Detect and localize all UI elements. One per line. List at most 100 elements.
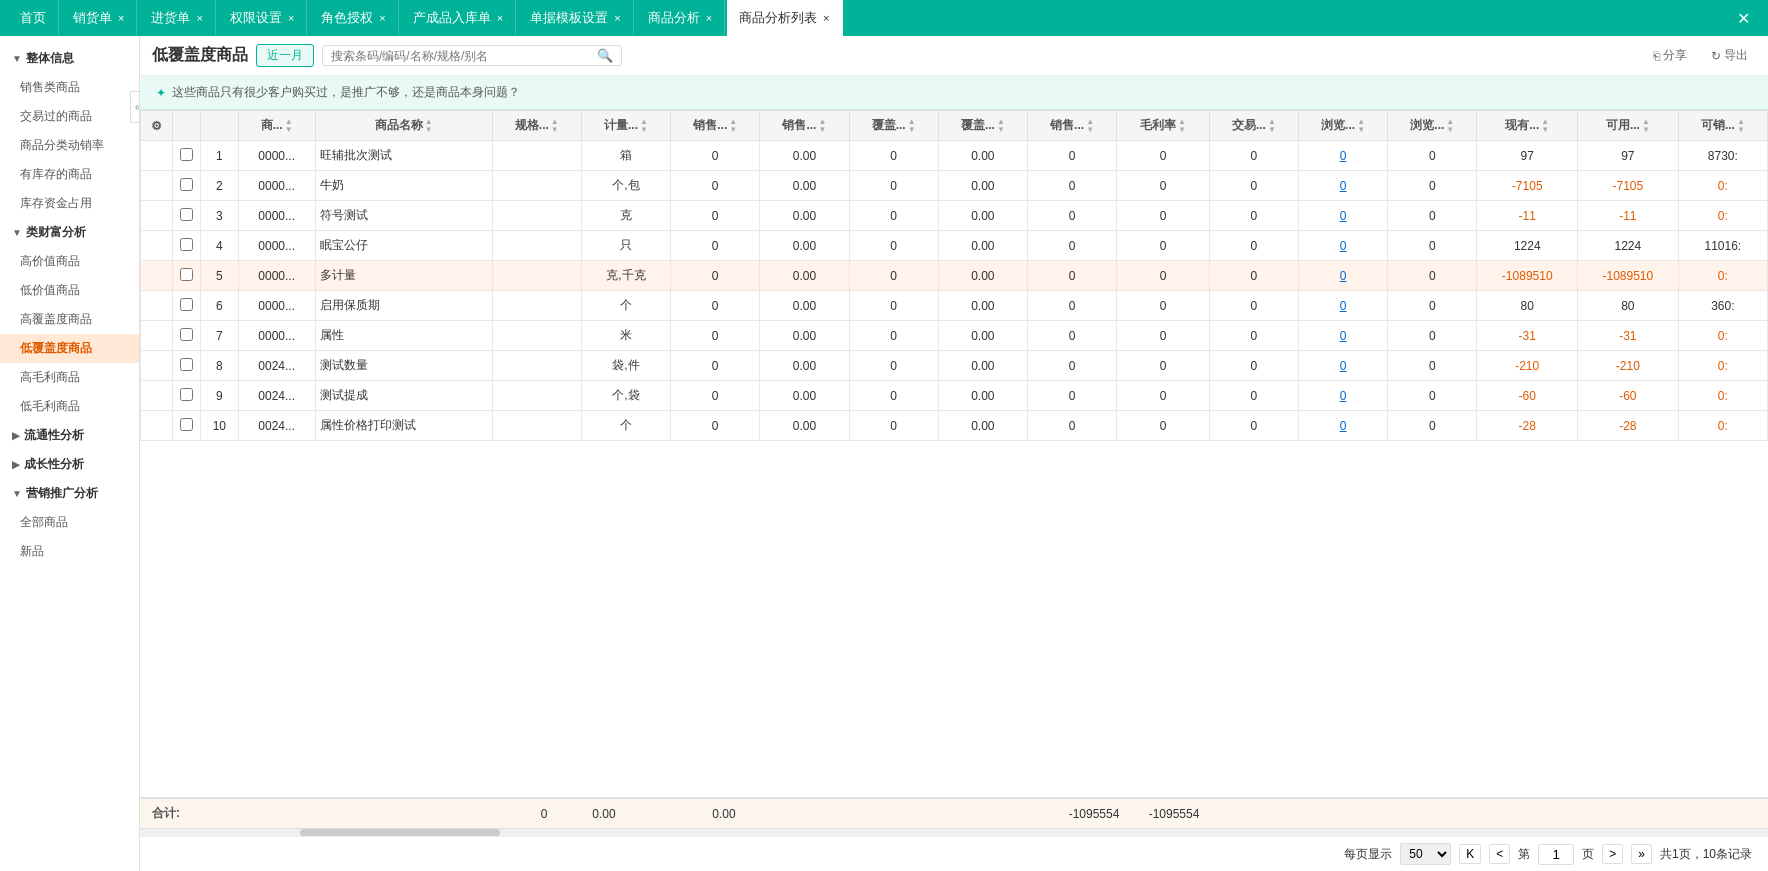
cell-checkbox[interactable] bbox=[173, 321, 201, 351]
page-size-select[interactable]: 50 20 100 bbox=[1400, 843, 1451, 865]
row-checkbox[interactable] bbox=[180, 178, 193, 191]
nav-home[interactable]: 首页 bbox=[8, 0, 59, 36]
window-close-button[interactable]: ✕ bbox=[1727, 9, 1760, 28]
close-icon[interactable]: × bbox=[614, 12, 620, 24]
col-trade[interactable]: 交易...▲▼ bbox=[1209, 111, 1298, 141]
close-icon[interactable]: × bbox=[497, 12, 503, 24]
export-button[interactable]: ↻ 导出 bbox=[1703, 45, 1756, 66]
page-number-input[interactable] bbox=[1538, 844, 1574, 865]
share-button[interactable]: ⎗ 分享 bbox=[1645, 45, 1695, 66]
sidebar-item-in-stock[interactable]: 有库存的商品 bbox=[0, 160, 139, 189]
nav-purchase-order[interactable]: 进货单 × bbox=[139, 0, 215, 36]
col-sales2[interactable]: 销售...▲▼ bbox=[1027, 111, 1116, 141]
nav-sales-order[interactable]: 销货单 × bbox=[61, 0, 137, 36]
col-gross-rate[interactable]: 毛利率▲▼ bbox=[1117, 111, 1210, 141]
row-checkbox[interactable] bbox=[180, 418, 193, 431]
next-page-button[interactable]: > bbox=[1602, 844, 1623, 864]
cell-settings[interactable] bbox=[141, 171, 173, 201]
sidebar-item-new-goods[interactable]: 新品 bbox=[0, 537, 139, 566]
sidebar-section-growth[interactable]: ▶ 成长性分析 bbox=[0, 450, 139, 479]
nav-role-auth[interactable]: 角色授权 × bbox=[309, 0, 398, 36]
cell-browse1[interactable]: 0 bbox=[1298, 321, 1387, 351]
sidebar-item-category-rate[interactable]: 商品分类动销率 bbox=[0, 131, 139, 160]
col-spec[interactable]: 规格...▲▼ bbox=[492, 111, 581, 141]
col-name[interactable]: 商品名称▲▼ bbox=[315, 111, 492, 141]
cell-checkbox[interactable] bbox=[173, 411, 201, 441]
sidebar-section-liquidity[interactable]: ▶ 流通性分析 bbox=[0, 421, 139, 450]
sidebar-section-wealth[interactable]: ▼ 类财富分析 bbox=[0, 218, 139, 247]
cell-checkbox[interactable] bbox=[173, 201, 201, 231]
row-checkbox[interactable] bbox=[180, 298, 193, 311]
cell-checkbox[interactable] bbox=[173, 351, 201, 381]
nav-permission[interactable]: 权限设置 × bbox=[218, 0, 307, 36]
row-checkbox[interactable] bbox=[180, 268, 193, 281]
cell-settings[interactable] bbox=[141, 411, 173, 441]
col-saleable[interactable]: 可销...▲▼ bbox=[1678, 111, 1767, 141]
cell-checkbox[interactable] bbox=[173, 291, 201, 321]
sidebar-section-marketing[interactable]: ▼ 营销推广分析 bbox=[0, 479, 139, 508]
close-icon[interactable]: × bbox=[823, 12, 829, 24]
col-sales-qty[interactable]: 销售...▲▼ bbox=[671, 111, 760, 141]
close-icon[interactable]: × bbox=[379, 12, 385, 24]
col-usable[interactable]: 可用...▲▼ bbox=[1578, 111, 1679, 141]
cell-browse1[interactable]: 0 bbox=[1298, 381, 1387, 411]
last-page-button[interactable]: » bbox=[1631, 844, 1652, 864]
sidebar-item-inventory-capital[interactable]: 库存资金占用 bbox=[0, 189, 139, 218]
prev-page-button[interactable]: < bbox=[1489, 844, 1510, 864]
nav-product-analysis-list[interactable]: 商品分析列表 × bbox=[727, 0, 842, 36]
row-checkbox[interactable] bbox=[180, 148, 193, 161]
row-checkbox[interactable] bbox=[180, 358, 193, 371]
nav-template-settings[interactable]: 单据模板设置 × bbox=[518, 0, 633, 36]
cell-settings[interactable] bbox=[141, 141, 173, 171]
col-browse1[interactable]: 浏览...▲▼ bbox=[1298, 111, 1387, 141]
cell-browse1[interactable]: 0 bbox=[1298, 261, 1387, 291]
cell-checkbox[interactable] bbox=[173, 141, 201, 171]
nav-product-storage[interactable]: 产成品入库单 × bbox=[401, 0, 516, 36]
sidebar-section-overall[interactable]: ▼ 整体信息 bbox=[0, 44, 139, 73]
sidebar-item-high-margin[interactable]: 高毛利商品 bbox=[0, 363, 139, 392]
col-browse2[interactable]: 浏览...▲▼ bbox=[1388, 111, 1477, 141]
sidebar-item-low-coverage[interactable]: 低覆盖度商品 bbox=[0, 334, 139, 363]
first-page-button[interactable]: K bbox=[1459, 844, 1481, 864]
cell-checkbox[interactable] bbox=[173, 261, 201, 291]
cell-checkbox[interactable] bbox=[173, 171, 201, 201]
filter-recent-month-button[interactable]: 近一月 bbox=[256, 44, 314, 67]
cell-browse1[interactable]: 0 bbox=[1298, 231, 1387, 261]
row-checkbox[interactable] bbox=[180, 238, 193, 251]
cell-browse1[interactable]: 0 bbox=[1298, 171, 1387, 201]
col-cover2[interactable]: 覆盖...▲▼ bbox=[938, 111, 1027, 141]
sidebar-item-all-goods[interactable]: 全部商品 bbox=[0, 508, 139, 537]
row-checkbox[interactable] bbox=[180, 328, 193, 341]
col-settings[interactable]: ⚙ bbox=[141, 111, 173, 141]
cell-browse1[interactable]: 0 bbox=[1298, 201, 1387, 231]
cell-browse1[interactable]: 0 bbox=[1298, 291, 1387, 321]
col-cover1[interactable]: 覆盖...▲▼ bbox=[849, 111, 938, 141]
cell-settings[interactable] bbox=[141, 351, 173, 381]
search-input[interactable] bbox=[331, 49, 597, 63]
sidebar-collapse-button[interactable]: « bbox=[130, 91, 140, 123]
col-sales-amt[interactable]: 销售...▲▼ bbox=[760, 111, 849, 141]
close-icon[interactable]: × bbox=[706, 12, 712, 24]
col-current[interactable]: 现有...▲▼ bbox=[1477, 111, 1578, 141]
row-checkbox[interactable] bbox=[180, 208, 193, 221]
cell-browse1[interactable]: 0 bbox=[1298, 411, 1387, 441]
col-unit[interactable]: 计量...▲▼ bbox=[581, 111, 670, 141]
cell-settings[interactable] bbox=[141, 291, 173, 321]
row-checkbox[interactable] bbox=[180, 388, 193, 401]
nav-product-analysis[interactable]: 商品分析 × bbox=[636, 0, 725, 36]
cell-settings[interactable] bbox=[141, 381, 173, 411]
close-icon[interactable]: × bbox=[288, 12, 294, 24]
sidebar-item-sales-goods[interactable]: 销售类商品 bbox=[0, 73, 139, 102]
sidebar-item-low-margin[interactable]: 低毛利商品 bbox=[0, 392, 139, 421]
cell-checkbox[interactable] bbox=[173, 381, 201, 411]
cell-settings[interactable] bbox=[141, 231, 173, 261]
cell-settings[interactable] bbox=[141, 321, 173, 351]
close-icon[interactable]: × bbox=[196, 12, 202, 24]
sidebar-item-high-value[interactable]: 高价值商品 bbox=[0, 247, 139, 276]
sidebar-item-traded-goods[interactable]: 交易过的商品 bbox=[0, 102, 139, 131]
sidebar-item-high-coverage[interactable]: 高覆盖度商品 bbox=[0, 305, 139, 334]
cell-settings[interactable] bbox=[141, 261, 173, 291]
cell-checkbox[interactable] bbox=[173, 231, 201, 261]
sidebar-item-low-value[interactable]: 低价值商品 bbox=[0, 276, 139, 305]
cell-browse1[interactable]: 0 bbox=[1298, 141, 1387, 171]
